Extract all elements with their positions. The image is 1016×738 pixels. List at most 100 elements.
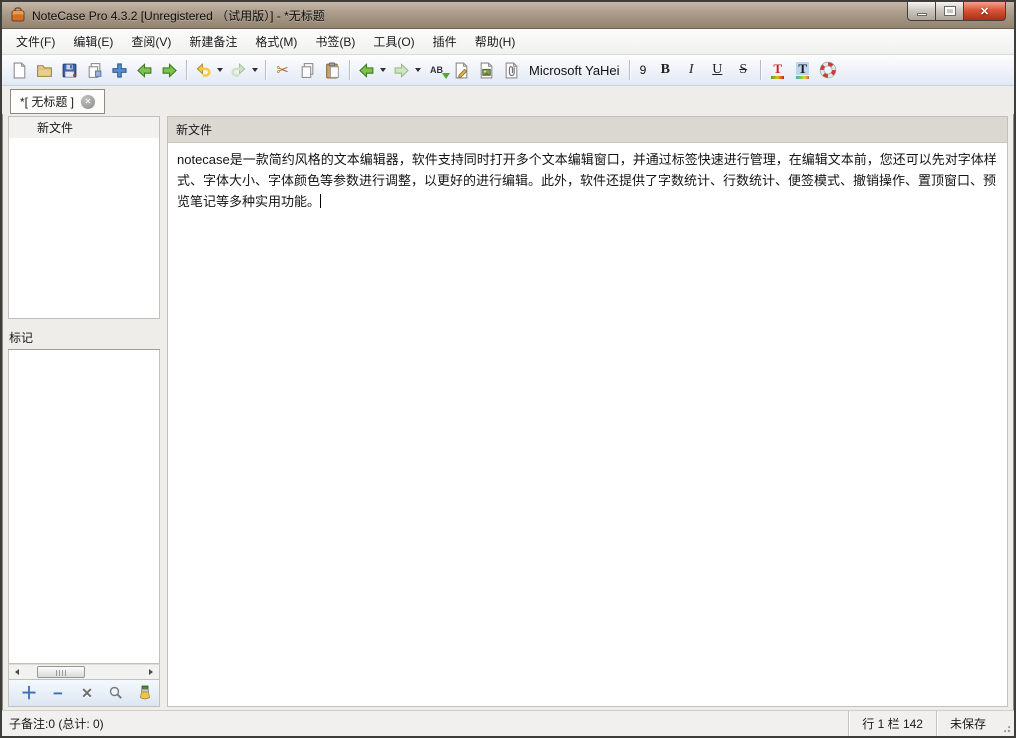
menu-view[interactable]: 查阅(V) xyxy=(122,29,180,54)
editor-panel: 新文件 notecase是一款简约风格的文本编辑器，软件支持同时打开多个文本编辑… xyxy=(167,116,1008,707)
menu-plugins[interactable]: 插件 xyxy=(424,29,466,54)
undo-icon xyxy=(195,62,212,79)
menu-new-note[interactable]: 新建备注 xyxy=(180,29,246,54)
tree-horizontal-scrollbar[interactable] xyxy=(8,664,160,680)
insert-image-button[interactable] xyxy=(474,58,499,83)
remove-formatting-button[interactable] xyxy=(815,58,840,83)
bold-button[interactable]: B xyxy=(652,58,678,82)
x-icon: ✕ xyxy=(81,686,93,700)
brush-icon xyxy=(137,685,153,701)
tags-panel[interactable] xyxy=(8,350,160,664)
resize-grip[interactable] xyxy=(999,711,1014,736)
undo-button[interactable] xyxy=(191,58,216,83)
toolbar-separator xyxy=(760,60,761,80)
toolbar-separator xyxy=(265,60,266,80)
scroll-right-button[interactable] xyxy=(143,665,159,679)
titlebar[interactable]: NoteCase Pro 4.3.2 [Unregistered （试用版）] … xyxy=(2,2,1014,29)
tab-label: *[ 无标题 ] xyxy=(20,93,74,110)
minus-icon: − xyxy=(53,685,63,702)
search-notes-button[interactable] xyxy=(107,684,125,702)
undo-dropdown-caret[interactable] xyxy=(217,68,223,72)
save-floppy-icon xyxy=(61,62,78,79)
toolbar-separator xyxy=(629,60,630,80)
toolbar-separator xyxy=(186,60,187,80)
note-title-bar: 新文件 xyxy=(168,117,1007,143)
resize-grip-icon xyxy=(1002,724,1011,733)
copy-button[interactable] xyxy=(295,58,320,83)
italic-button[interactable]: I xyxy=(678,58,704,82)
tab-bar: *[ 无标题 ] ✕ xyxy=(2,86,1014,114)
maximize-button[interactable] xyxy=(935,2,964,21)
status-line-column: 行 1 栏 142 xyxy=(848,711,936,736)
window-title: NoteCase Pro 4.3.2 [Unregistered （试用版）] … xyxy=(32,7,325,24)
underline-button[interactable]: U xyxy=(704,58,730,82)
attach-file-button[interactable] xyxy=(499,58,524,83)
text-color-button[interactable]: T xyxy=(765,58,790,83)
plus-icon xyxy=(111,62,128,79)
redo-dropdown-caret[interactable] xyxy=(252,68,258,72)
navigate-back-dropdown-caret[interactable] xyxy=(380,68,386,72)
new-document-icon xyxy=(11,62,28,79)
scissors-icon: ✂ xyxy=(276,63,289,78)
paste-button[interactable] xyxy=(320,58,345,83)
redo-button[interactable] xyxy=(226,58,251,83)
format-brush-button[interactable] xyxy=(136,684,154,702)
remove-note-action-button[interactable]: − xyxy=(49,684,67,702)
redo-icon xyxy=(230,62,247,79)
menu-help[interactable]: 帮助(H) xyxy=(466,29,525,54)
menu-file[interactable]: 文件(F) xyxy=(7,29,64,54)
cut-button[interactable]: ✂ xyxy=(270,58,295,83)
go-forward-button[interactable] xyxy=(157,58,182,83)
menu-tools[interactable]: 工具(O) xyxy=(364,29,423,54)
navigate-forward-button[interactable] xyxy=(389,58,414,83)
font-family-select[interactable]: Microsoft YaHei xyxy=(524,63,625,78)
close-button[interactable]: ✕ xyxy=(963,2,1006,21)
open-file-button[interactable] xyxy=(32,58,57,83)
menu-edit[interactable]: 编辑(E) xyxy=(64,29,122,54)
status-save-state: 未保存 xyxy=(936,711,999,736)
arrow-left-icon xyxy=(136,62,153,79)
document-pen-icon xyxy=(453,62,470,79)
arrow-right-icon xyxy=(161,62,178,79)
app-window: NoteCase Pro 4.3.2 [Unregistered （试用版）] … xyxy=(0,0,1016,738)
clipboard-icon xyxy=(324,62,341,79)
font-size-select[interactable]: 9 xyxy=(634,63,653,77)
document-paperclip-icon xyxy=(503,62,520,79)
highlight-color-button[interactable]: T xyxy=(790,58,815,83)
toolbar-separator xyxy=(349,60,350,80)
note-text-area[interactable]: notecase是一款简约风格的文本编辑器，软件支持同时打开多个文本编辑窗口，并… xyxy=(168,143,1007,706)
scroll-right-icon xyxy=(149,669,153,675)
menu-bar: 文件(F) 编辑(E) 查阅(V) 新建备注 格式(M) 书签(B) 工具(O)… xyxy=(2,29,1014,55)
scroll-left-button[interactable] xyxy=(9,665,25,679)
document-image-icon xyxy=(478,62,495,79)
new-note-button[interactable] xyxy=(7,58,32,83)
go-back-button[interactable] xyxy=(132,58,157,83)
highlight-color-icon: T xyxy=(796,62,809,79)
nav-arrow-right-icon xyxy=(393,62,410,79)
nav-arrow-left-icon xyxy=(358,62,375,79)
spell-check-icon: AB xyxy=(430,65,443,75)
main-area: 新文件 标记 ＋ − ✕ xyxy=(2,114,1014,710)
tab-close-button[interactable]: ✕ xyxy=(81,95,95,109)
menu-format[interactable]: 格式(M) xyxy=(246,29,306,54)
menu-bookmarks[interactable]: 书签(B) xyxy=(306,29,364,54)
link-note-button[interactable] xyxy=(449,58,474,83)
navigate-back-button[interactable] xyxy=(354,58,379,83)
spell-check-button[interactable]: AB xyxy=(424,58,449,83)
copy-pages-icon xyxy=(299,62,316,79)
minimize-button[interactable] xyxy=(907,2,936,21)
note-tree-panel[interactable]: 新文件 xyxy=(8,116,160,319)
tree-item-new-file[interactable]: 新文件 xyxy=(9,117,159,138)
add-note-action-button[interactable]: ＋ xyxy=(20,684,38,702)
save-button[interactable] xyxy=(57,58,82,83)
scrollbar-thumb[interactable] xyxy=(37,666,85,678)
add-note-button[interactable] xyxy=(107,58,132,83)
duplicate-note-button[interactable] xyxy=(82,58,107,83)
scroll-left-icon xyxy=(15,669,19,675)
scrollbar-track[interactable] xyxy=(25,665,143,679)
tab-untitled[interactable]: *[ 无标题 ] ✕ xyxy=(10,89,105,114)
strikethrough-button[interactable]: S xyxy=(730,58,756,82)
delete-note-action-button[interactable]: ✕ xyxy=(78,684,96,702)
navigate-forward-dropdown-caret[interactable] xyxy=(415,68,421,72)
toolbar: ✂ AB xyxy=(2,55,1014,86)
